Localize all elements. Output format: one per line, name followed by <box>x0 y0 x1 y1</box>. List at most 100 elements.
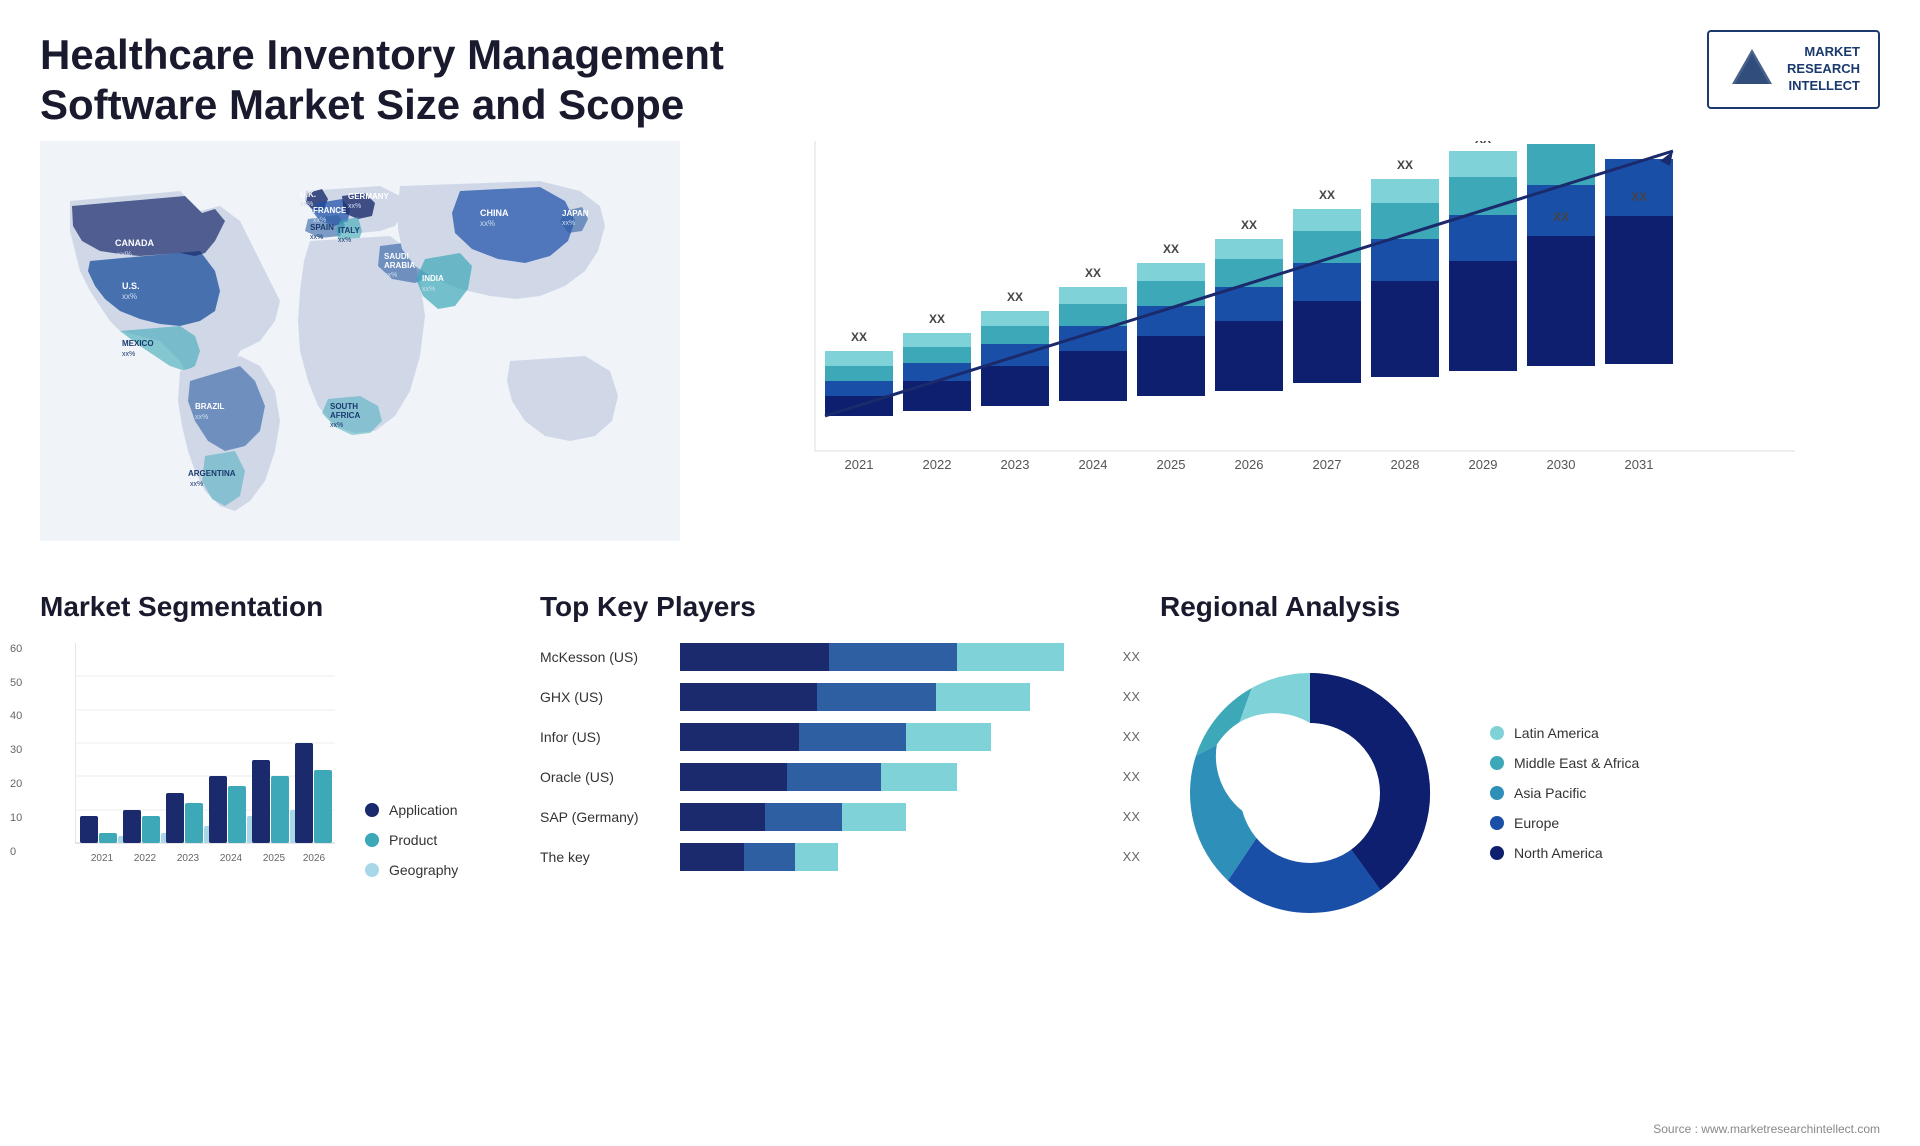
svg-text:CANADA: CANADA <box>115 238 154 248</box>
product-dot <box>365 833 379 847</box>
svg-text:2031: 2031 <box>1625 457 1654 472</box>
svg-text:BRAZIL: BRAZIL <box>195 402 224 411</box>
player-row: Infor (US) XX <box>540 723 1140 751</box>
world-map-section: CANADA xx% U.S. xx% MEXICO xx% BRAZIL xx… <box>40 141 690 561</box>
top-content: CANADA xx% U.S. xx% MEXICO xx% BRAZIL xx… <box>0 141 1920 581</box>
svg-text:XX: XX <box>851 330 867 344</box>
svg-text:xx%: xx% <box>338 237 351 244</box>
svg-text:ITALY: ITALY <box>338 226 360 235</box>
svg-text:XX: XX <box>1631 190 1647 204</box>
svg-text:xx%: xx% <box>310 234 323 241</box>
asia-pacific-dot <box>1490 786 1504 800</box>
svg-text:2021: 2021 <box>91 853 114 864</box>
svg-text:CHINA: CHINA <box>480 208 509 218</box>
segmentation-chart-svg: 2021 2022 2023 2024 2025 2026 <box>75 643 335 873</box>
svg-text:GERMANY: GERMANY <box>348 192 390 201</box>
bar-chart-svg: XX XX XX <box>730 141 1880 501</box>
europe-dot <box>1490 816 1504 830</box>
player-name-5: The key <box>540 849 670 865</box>
svg-text:2024: 2024 <box>1079 457 1108 472</box>
player-value-1: XX <box>1123 689 1140 704</box>
legend-asia-pacific: Asia Pacific <box>1490 785 1639 801</box>
legend-north-america: North America <box>1490 845 1639 861</box>
svg-text:xx%: xx% <box>348 203 361 210</box>
svg-text:2021: 2021 <box>845 457 874 472</box>
logo-icon <box>1727 44 1777 94</box>
application-label: Application <box>389 802 458 818</box>
svg-text:2023: 2023 <box>177 853 200 864</box>
svg-text:xx%: xx% <box>562 220 575 227</box>
source-text: Source : www.marketresearchintellect.com <box>1653 1122 1880 1136</box>
svg-text:xx%: xx% <box>190 481 203 488</box>
svg-text:xx%: xx% <box>480 219 495 228</box>
svg-text:XX: XX <box>1007 290 1023 304</box>
geography-label: Geography <box>389 862 458 878</box>
player-name-2: Infor (US) <box>540 729 670 745</box>
svg-text:SPAIN: SPAIN <box>310 223 334 232</box>
logo-text: MARKET RESEARCH INTELLECT <box>1787 44 1860 95</box>
legend-geography: Geography <box>365 862 458 878</box>
svg-text:2024: 2024 <box>220 853 243 864</box>
svg-text:XX: XX <box>1163 242 1179 256</box>
player-value-3: XX <box>1123 769 1140 784</box>
player-bar-0 <box>680 643 1107 671</box>
player-bar-2 <box>680 723 1107 751</box>
svg-text:2026: 2026 <box>303 853 326 864</box>
latin-america-label: Latin America <box>1514 725 1599 741</box>
svg-text:2025: 2025 <box>1157 457 1186 472</box>
player-value-5: XX <box>1123 849 1140 864</box>
legend-europe: Europe <box>1490 815 1639 831</box>
svg-text:2027: 2027 <box>1313 457 1342 472</box>
svg-text:xx%: xx% <box>117 250 132 259</box>
player-row: GHX (US) XX <box>540 683 1140 711</box>
application-dot <box>365 803 379 817</box>
player-name-4: SAP (Germany) <box>540 809 670 825</box>
legend-middle-east-africa: Middle East & Africa <box>1490 755 1639 771</box>
svg-text:XX: XX <box>1475 141 1491 146</box>
svg-text:U.K.: U.K. <box>300 190 316 199</box>
svg-text:2022: 2022 <box>923 457 952 472</box>
geography-dot <box>365 863 379 877</box>
svg-text:ARGENTINA: ARGENTINA <box>188 469 236 478</box>
svg-text:2025: 2025 <box>263 853 286 864</box>
donut-chart <box>1160 643 1460 943</box>
svg-text:2028: 2028 <box>1391 457 1420 472</box>
legend-application: Application <box>365 802 458 818</box>
svg-text:SOUTH: SOUTH <box>330 402 358 411</box>
player-value-4: XX <box>1123 809 1140 824</box>
player-value-0: XX <box>1123 649 1140 664</box>
svg-text:2026: 2026 <box>1235 457 1264 472</box>
player-value-2: XX <box>1123 729 1140 744</box>
svg-text:SAUDI: SAUDI <box>384 252 409 261</box>
bar-chart-section: XX XX XX <box>710 141 1880 561</box>
player-row: The key XX <box>540 843 1140 871</box>
player-bar-1 <box>680 683 1107 711</box>
player-name-3: Oracle (US) <box>540 769 670 785</box>
svg-text:xx%: xx% <box>122 351 135 358</box>
asia-pacific-label: Asia Pacific <box>1514 785 1586 801</box>
latin-america-dot <box>1490 726 1504 740</box>
page-title: Healthcare Inventory Management Software… <box>40 30 740 131</box>
svg-text:U.S.: U.S. <box>122 281 140 291</box>
svg-text:INDIA: INDIA <box>422 274 444 283</box>
svg-text:xx%: xx% <box>422 286 435 293</box>
north-america-label: North America <box>1514 845 1603 861</box>
svg-text:xx%: xx% <box>122 292 137 301</box>
svg-text:XX: XX <box>1319 188 1335 202</box>
legend-product: Product <box>365 832 458 848</box>
north-america-dot <box>1490 846 1504 860</box>
segmentation-title: Market Segmentation <box>40 591 520 623</box>
svg-text:xx%: xx% <box>384 272 397 279</box>
seg-chart-container: 60 50 40 30 20 10 0 <box>40 643 520 878</box>
svg-text:XX: XX <box>929 312 945 326</box>
svg-text:xx%: xx% <box>195 414 208 421</box>
player-row: Oracle (US) XX <box>540 763 1140 791</box>
bottom-content: Market Segmentation 60 50 40 30 20 10 0 <box>0 581 1920 953</box>
svg-text:ARABIA: ARABIA <box>384 261 415 270</box>
middle-east-africa-label: Middle East & Africa <box>1514 755 1639 771</box>
world-map: CANADA xx% U.S. xx% MEXICO xx% BRAZIL xx… <box>40 141 680 541</box>
svg-text:xx%: xx% <box>330 422 343 429</box>
product-label: Product <box>389 832 437 848</box>
regional-title: Regional Analysis <box>1160 591 1880 623</box>
key-players-section: Top Key Players McKesson (US) XX GHX (US… <box>540 591 1140 943</box>
